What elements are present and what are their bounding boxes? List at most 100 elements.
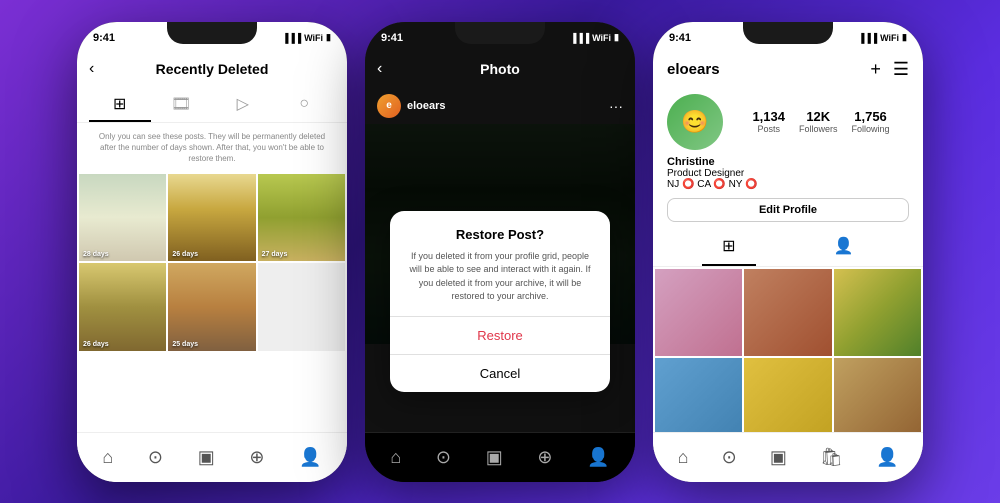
edit-profile-button[interactable]: Edit Profile <box>667 198 909 222</box>
menu-icon[interactable]: ☰ <box>893 59 909 80</box>
profile-main: 😊 1,134 Posts 12K Followers 1,756 Follow… <box>653 90 923 228</box>
restore-button[interactable]: Restore <box>390 317 610 354</box>
deleted-cell-1[interactable]: 28 days <box>79 174 166 261</box>
wifi-icon-3: WiFi <box>880 33 899 43</box>
bottom-nav-1: ⌂ ⊙ ▣ ⊕ 👤 <box>77 432 347 482</box>
bio-location: NJ ⭕ CA ⭕ NY ⭕ <box>667 179 909 190</box>
filter-tabs: ⊞ 🎞 ▷ ○ <box>77 88 347 123</box>
wifi-icon-2: WiFi <box>592 33 611 43</box>
deleted-photo-4 <box>79 263 166 350</box>
signal-icon-3: ▐▐▐ <box>858 33 877 43</box>
stat-followers: 12K Followers <box>799 109 838 134</box>
deleted-cell-4[interactable]: 26 days <box>79 263 166 350</box>
reels-icon-3[interactable]: ▣ <box>770 447 787 468</box>
notch-2 <box>455 22 545 44</box>
user-info-bar: e eloears ··· <box>365 88 635 124</box>
notch <box>167 22 257 44</box>
info-text: Only you can see these posts. They will … <box>77 123 347 173</box>
bio-title: Product Designer <box>667 168 909 179</box>
deleted-cell-6 <box>258 263 345 350</box>
reels-icon-2[interactable]: ▣ <box>486 447 503 468</box>
status-time-2: 9:41 <box>381 32 403 44</box>
back-button-1[interactable]: ‹ <box>89 60 94 78</box>
deleted-photo-6 <box>258 263 345 350</box>
status-time-3: 9:41 <box>669 32 691 44</box>
deleted-photo-grid: 28 days 26 days 27 days 26 days 25 days <box>77 172 347 353</box>
deleted-cell-5[interactable]: 25 days <box>168 263 255 350</box>
profile-header: eloears + ☰ <box>653 50 923 90</box>
status-icons-3: ▐▐▐ WiFi ▮ <box>858 32 907 43</box>
profile-grid-tabs: ⊞ 👤 <box>653 228 923 267</box>
user-name-sm: eloears <box>407 100 446 112</box>
status-icons-1: ▐▐▐ WiFi ▮ <box>282 32 331 43</box>
battery-icon-2: ▮ <box>614 32 619 43</box>
deleted-photo-3 <box>258 174 345 261</box>
profile-icon-3[interactable]: 👤 <box>876 447 898 468</box>
deleted-photo-5 <box>168 263 255 350</box>
stat-posts: 1,134 Posts <box>752 109 785 134</box>
profile-bio: Christine Product Designer NJ ⭕ CA ⭕ NY … <box>667 156 909 190</box>
nav-bar-1: ‹ Recently Deleted <box>77 50 347 88</box>
phone-photo-restore: 9:41 ▐▐▐ WiFi ▮ ‹ Photo e eloears ··· Re… <box>365 22 635 482</box>
modal-title: Restore Post? <box>406 227 594 242</box>
search-icon-3[interactable]: ⊙ <box>722 447 737 468</box>
cell-label-1: 28 days <box>83 251 109 258</box>
bottom-nav-2: ⌂ ⊙ ▣ ⊕ 👤 <box>365 432 635 482</box>
search-icon-2[interactable]: ⊙ <box>436 447 451 468</box>
deleted-cell-2[interactable]: 26 days <box>168 174 255 261</box>
profile-photo-2[interactable] <box>744 269 831 356</box>
phone-profile: 9:41 ▐▐▐ WiFi ▮ eloears + ☰ 😊 1,134 Post… <box>653 22 923 482</box>
profile-photo-3[interactable] <box>834 269 921 356</box>
filter-tab-video[interactable]: ▷ <box>212 88 274 122</box>
profile-top: 😊 1,134 Posts 12K Followers 1,756 Follow… <box>667 94 909 150</box>
profile-avatar[interactable]: 😊 <box>667 94 723 150</box>
filter-tab-grid[interactable]: ⊞ <box>89 88 151 122</box>
cell-label-2: 26 days <box>172 251 198 258</box>
user-avatar-sm: e <box>377 94 401 118</box>
deleted-photo-1 <box>79 174 166 261</box>
profile-stats: 1,134 Posts 12K Followers 1,756 Followin… <box>733 109 909 134</box>
profile-photo-1[interactable] <box>655 269 742 356</box>
profile-icon-2[interactable]: 👤 <box>587 447 609 468</box>
home-icon-1[interactable]: ⌂ <box>102 447 113 468</box>
stat-posts-num: 1,134 <box>752 109 785 124</box>
bottom-nav-3: ⌂ ⊙ ▣ 🛍 👤 <box>653 432 923 482</box>
stat-following-label: Following <box>852 124 890 134</box>
shop-icon-3[interactable]: 🛍 <box>820 447 843 468</box>
status-icons-2: ▐▐▐ WiFi ▮ <box>570 32 619 43</box>
profile-icon-1[interactable]: 👤 <box>299 447 321 468</box>
cell-label-4: 26 days <box>83 341 109 348</box>
back-button-2[interactable]: ‹ <box>377 60 382 78</box>
phone-recently-deleted: 9:41 ▐▐▐ WiFi ▮ ‹ Recently Deleted ⊞ 🎞 ▷… <box>77 22 347 482</box>
shop-icon-1[interactable]: ⊕ <box>249 447 264 468</box>
photo-nav-bar: ‹ Photo <box>365 50 635 88</box>
wifi-icon: WiFi <box>304 33 323 43</box>
page-title-1: Recently Deleted <box>156 61 269 77</box>
stat-followers-label: Followers <box>799 124 838 134</box>
notch-3 <box>743 22 833 44</box>
home-icon-3[interactable]: ⌂ <box>678 447 689 468</box>
shop-icon-2[interactable]: ⊕ <box>537 447 552 468</box>
restore-modal: Restore Post? If you deleted it from you… <box>390 211 610 392</box>
profile-username: eloears <box>667 61 720 78</box>
cancel-button[interactable]: Cancel <box>390 355 610 392</box>
profile-header-icons: + ☰ <box>870 59 909 80</box>
deleted-cell-3[interactable]: 27 days <box>258 174 345 261</box>
home-icon-2[interactable]: ⌂ <box>390 447 401 468</box>
reels-icon-1[interactable]: ▣ <box>198 447 215 468</box>
add-icon[interactable]: + <box>870 59 881 80</box>
bio-name: Christine <box>667 156 909 168</box>
modal-content: Restore Post? If you deleted it from you… <box>390 211 610 304</box>
battery-icon: ▮ <box>326 32 331 43</box>
signal-icon-2: ▐▐▐ <box>570 33 589 43</box>
deleted-photo-2 <box>168 174 255 261</box>
grid-tab-tagged[interactable]: 👤 <box>814 228 874 266</box>
more-options-icon[interactable]: ··· <box>609 98 623 114</box>
stat-followers-num: 12K <box>799 109 838 124</box>
search-icon-1[interactable]: ⊙ <box>148 447 163 468</box>
filter-tab-story[interactable]: ○ <box>274 88 336 122</box>
stat-posts-label: Posts <box>752 124 785 134</box>
filter-tab-film[interactable]: 🎞 <box>151 88 213 122</box>
grid-tab-photos[interactable]: ⊞ <box>702 228 755 266</box>
cell-label-3: 27 days <box>262 251 288 258</box>
